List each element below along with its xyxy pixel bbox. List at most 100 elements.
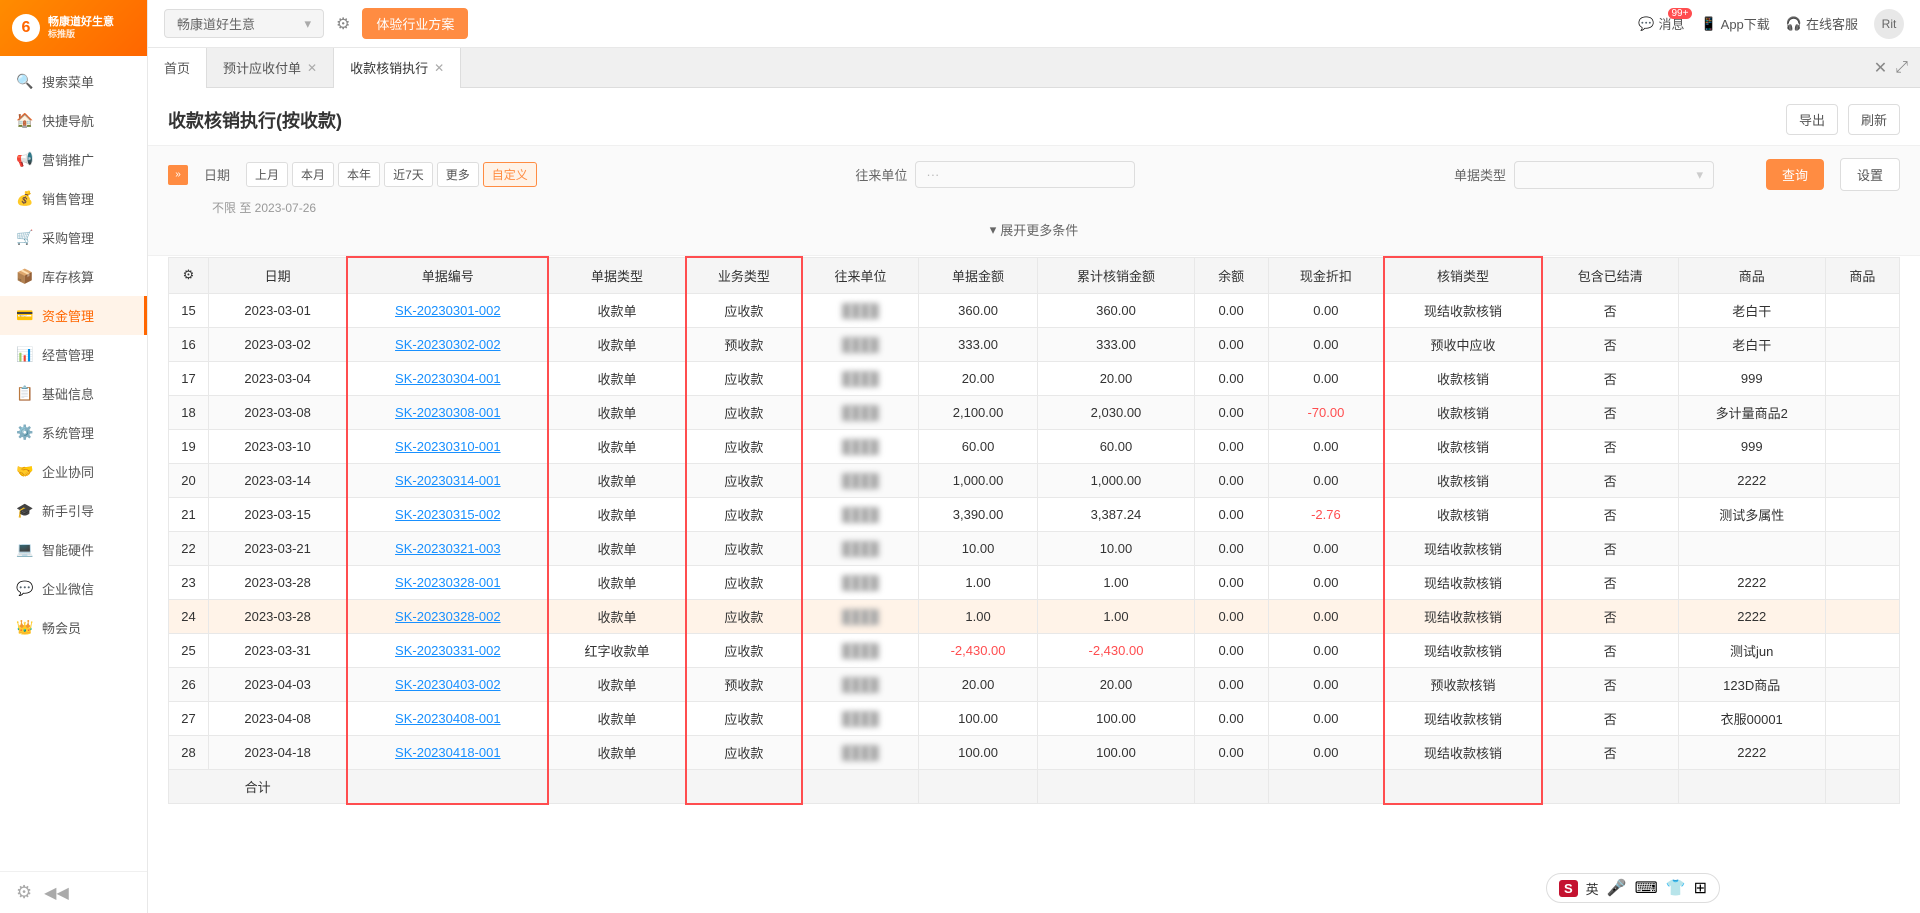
sidebar-item-capital-mgmt[interactable]: 💳资金管理 (0, 296, 147, 335)
date-btn-this-month[interactable]: 本月 (292, 162, 334, 187)
col-settings[interactable]: ⚙ (169, 257, 209, 294)
bill-no-link[interactable]: SK-20230418-001 (395, 745, 501, 760)
tab-receipt-close[interactable]: ✕ (434, 61, 444, 75)
topbar-gear-icon[interactable]: ⚙ (336, 14, 350, 34)
topbar-brand-label: 畅康道好生意 (177, 14, 255, 33)
app-download-btn[interactable]: 📱 App下载 (1700, 14, 1769, 33)
cell-bill-no: SK-20230310-001 (347, 430, 548, 464)
sidebar-item-biz-mgmt[interactable]: 📊经营管理 (0, 335, 147, 374)
bill-no-link[interactable]: SK-20230321-003 (395, 541, 501, 556)
date-btn-custom[interactable]: 自定义 (483, 162, 537, 187)
bill-no-link[interactable]: SK-20230301-002 (395, 303, 501, 318)
footer-product (1678, 770, 1825, 804)
sidebar-item-purchase-mgmt[interactable]: 🛒采购管理 (0, 218, 147, 257)
bill-no-link[interactable]: SK-20230331-002 (395, 643, 501, 658)
bill-no-link[interactable]: SK-20230328-001 (395, 575, 501, 590)
cell-no: 15 (169, 294, 209, 328)
sidebar-item-inventory[interactable]: 📦库存核算 (0, 257, 147, 296)
expand-more-label: 展开更多条件 (1000, 220, 1078, 239)
sidebar-item-marketing[interactable]: 📢营销推广 (0, 140, 147, 179)
bill-no-link[interactable]: SK-20230304-001 (395, 371, 501, 386)
bill-no-link[interactable]: SK-20230302-002 (395, 337, 501, 352)
phone-icon: 📱 (1700, 16, 1716, 32)
sidebar-item-quick-nav[interactable]: 🏠快捷导航 (0, 101, 147, 140)
cell-balance: 0.00 (1194, 328, 1268, 362)
page-header: 收款核销执行(按收款) 导出 刷新 (148, 88, 1920, 146)
bill-no-link[interactable]: SK-20230315-002 (395, 507, 501, 522)
sidebar-item-search-menu[interactable]: 🔍搜索菜单 (0, 62, 147, 101)
bill-no-link[interactable]: SK-20230408-001 (395, 711, 501, 726)
cell-bill-type: 收款单 (548, 430, 685, 464)
bill-no-link[interactable]: SK-20230308-001 (395, 405, 501, 420)
topbar-brand-selector[interactable]: 畅康道好生意 ▾ (164, 9, 324, 38)
date-btn-more[interactable]: 更多 (437, 162, 479, 187)
date-btn-last-month[interactable]: 上月 (246, 162, 288, 187)
sougou-shirt-icon[interactable]: 👕 (1666, 878, 1686, 898)
tab-prepay-bill[interactable]: 预计应收付单 ✕ (207, 48, 334, 88)
bill-type-select[interactable]: ▾ (1514, 161, 1714, 189)
bill-no-link[interactable]: SK-20230310-001 (395, 439, 501, 454)
footer-balance (1194, 770, 1268, 804)
settings-button[interactable]: 设置 (1840, 158, 1900, 191)
cell-product2 (1825, 532, 1899, 566)
user-avatar[interactable]: Rit (1874, 9, 1904, 39)
refresh-button[interactable]: 刷新 (1848, 104, 1900, 135)
sougou-mic-icon[interactable]: 🎤 (1607, 878, 1627, 898)
tab-receipt-label: 收款核销执行 (350, 58, 428, 77)
sidebar-item-corp-wechat[interactable]: 💬企业微信 (0, 569, 147, 608)
sidebar-item-corp-collab[interactable]: 🤝企业协同 (0, 452, 147, 491)
cell-date: 2023-03-08 (209, 396, 348, 430)
sidebar-bottom: ⚙ ◀◀ (0, 871, 147, 913)
sougou-keyboard-icon[interactable]: ⌨ (1635, 878, 1658, 898)
sidebar-item-guide[interactable]: 🎓新手引导 (0, 491, 147, 530)
tab-prepay-close[interactable]: ✕ (307, 61, 317, 75)
cell-cash-discount: 0.00 (1268, 362, 1384, 396)
bill-no-link[interactable]: SK-20230314-001 (395, 473, 501, 488)
export-button[interactable]: 导出 (1786, 104, 1838, 135)
nav-icon-purchase-mgmt: 🛒 (16, 229, 34, 246)
partner-blur: ████ (842, 575, 879, 590)
col-product2-header: 商品 (1825, 257, 1899, 294)
partner-blur: ████ (842, 609, 879, 624)
date-btn-7days[interactable]: 近7天 (384, 162, 433, 187)
col-partner-header: 往来单位 (802, 257, 918, 294)
cell-product: 2222 (1678, 566, 1825, 600)
tabs-bar: 首页 预计应收付单 ✕ 收款核销执行 ✕ ✕ ⤢ (148, 48, 1920, 88)
sougou-logo: S (1559, 880, 1578, 897)
online-service-btn[interactable]: 🎧 在线客服 (1786, 14, 1858, 33)
query-button[interactable]: 查询 (1766, 159, 1824, 190)
partner-input[interactable]: ··· (915, 161, 1135, 188)
nav-icon-basic-info: 📋 (16, 385, 34, 402)
bill-no-link[interactable]: SK-20230403-002 (395, 677, 501, 692)
collapse-icon[interactable]: ◀◀ (44, 883, 69, 903)
message-btn[interactable]: 💬 消息 99+ (1638, 14, 1684, 33)
partner-blur: ████ (842, 643, 879, 658)
tab-home[interactable]: 首页 (148, 48, 207, 88)
sidebar-item-member[interactable]: 👑畅会员 (0, 608, 147, 647)
tab-close-all-icon[interactable]: ✕ (1874, 58, 1887, 78)
sidebar-item-sales-mgmt[interactable]: 💰销售管理 (0, 179, 147, 218)
bill-no-link[interactable]: SK-20230328-002 (395, 609, 501, 624)
tab-receipt-cancel[interactable]: 收款核销执行 ✕ (334, 48, 461, 88)
cell-cancel-amount: 1.00 (1038, 600, 1194, 634)
solution-button[interactable]: 体验行业方案 (362, 8, 468, 39)
expand-more-btn[interactable]: ▾ 展开更多条件 (990, 220, 1079, 239)
sidebar-item-smart-hw[interactable]: 💻智能硬件 (0, 530, 147, 569)
cell-biz-type: 应收款 (686, 396, 803, 430)
table-row: 21 2023-03-15 SK-20230315-002 收款单 应收款 ██… (169, 498, 1900, 532)
tab-expand-icon[interactable]: ⤢ (1895, 59, 1908, 77)
filter-expand-arrow[interactable]: » (168, 165, 188, 185)
date-btn-this-year[interactable]: 本年 (338, 162, 380, 187)
settings-bottom-icon[interactable]: ⚙ (16, 882, 32, 903)
sougou-grid-icon[interactable]: ⊞ (1694, 878, 1707, 898)
sidebar-item-basic-info[interactable]: 📋基础信息 (0, 374, 147, 413)
partner-filter-label: 往来单位 (855, 165, 907, 184)
cell-bill-type: 收款单 (548, 600, 685, 634)
partner-blur: ████ (842, 745, 879, 760)
date-filter-label: 日期 (204, 165, 230, 184)
cell-cancel-type: 收款核销 (1384, 498, 1542, 532)
cell-product2 (1825, 464, 1899, 498)
nav-label-sales-mgmt: 销售管理 (42, 189, 94, 208)
headset-icon: 🎧 (1786, 16, 1802, 32)
sidebar-item-sys-mgmt[interactable]: ⚙️系统管理 (0, 413, 147, 452)
